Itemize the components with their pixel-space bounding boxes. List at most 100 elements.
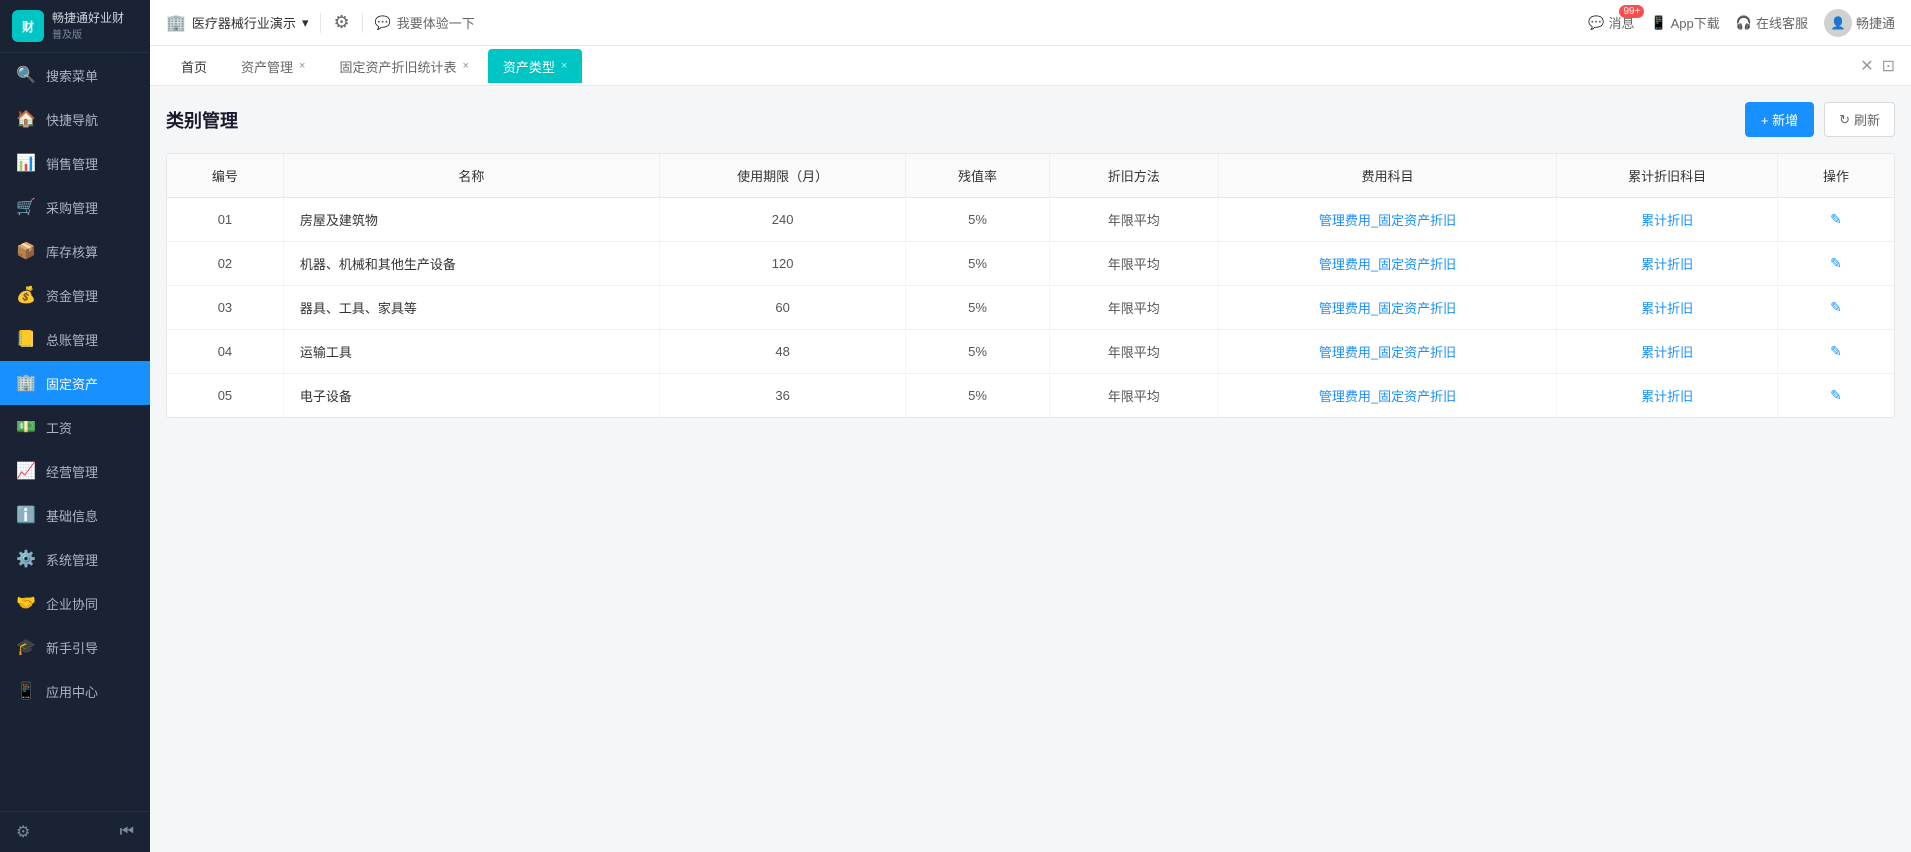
sidebar-item-label-ledger: 总账管理 bbox=[46, 330, 98, 349]
row-acc-account-4: 累计折旧 bbox=[1557, 374, 1778, 418]
sidebar-item-icon-purchase: 🛒 bbox=[16, 197, 36, 217]
message-button[interactable]: 💬 消息 99+ bbox=[1588, 13, 1634, 32]
row-expense-account-4: 管理费用_固定资产折旧 bbox=[1218, 374, 1557, 418]
topbar-divider bbox=[320, 13, 321, 33]
row-action-2[interactable]: ✎ bbox=[1778, 286, 1894, 330]
topbar-settings-icon[interactable]: ⚙ bbox=[333, 12, 349, 33]
sidebar-item-icon-search: 🔍 bbox=[16, 65, 36, 85]
refresh-icon: ↻ bbox=[1839, 112, 1850, 128]
tab-close-asset-mgmt[interactable]: × bbox=[299, 60, 305, 72]
row-dep-method-0: 年限平均 bbox=[1049, 198, 1218, 242]
sidebar-item-basic-info[interactable]: ℹ️基础信息 bbox=[0, 493, 150, 537]
sidebar-item-app-center[interactable]: 📱应用中心 bbox=[0, 669, 150, 713]
settings-icon[interactable]: ⚙ bbox=[16, 822, 30, 842]
sidebar-item-purchase[interactable]: 🛒 采购管理 bbox=[0, 185, 150, 229]
row-expense-account-link-3[interactable]: 管理费用_固定资产折旧 bbox=[1319, 345, 1456, 360]
sidebar-item-sales[interactable]: 📊销售管理 bbox=[0, 141, 150, 185]
sidebar-item-label-purchase: 采购管理 bbox=[46, 198, 98, 217]
row-expense-account-link-2[interactable]: 管理费用_固定资产折旧 bbox=[1319, 301, 1456, 316]
user-label: 畅捷通 bbox=[1856, 13, 1895, 32]
row-id-2: 03 bbox=[167, 286, 283, 330]
tab-asset-type[interactable]: 资产类型× bbox=[488, 49, 582, 83]
edit-icon-0[interactable]: ✎ bbox=[1830, 211, 1842, 227]
close-window-icon[interactable]: ✕ bbox=[1860, 56, 1873, 76]
app-download-label: App下载 bbox=[1671, 13, 1720, 32]
sidebar-bottom: ⚙ ⏮ bbox=[0, 811, 150, 852]
row-action-1[interactable]: ✎ bbox=[1778, 242, 1894, 286]
content-area: 类别管理 + 新增 ↻ 刷新 编号名称使用期限（月）残值率折旧方法费用科目累计折… bbox=[150, 86, 1911, 852]
message-icon: 💬 bbox=[1588, 15, 1604, 31]
sidebar-item-icon-salary: 💵 bbox=[16, 417, 36, 437]
row-action-4[interactable]: ✎ bbox=[1778, 374, 1894, 418]
row-expense-account-link-4[interactable]: 管理费用_固定资产折旧 bbox=[1319, 389, 1456, 404]
sidebar-item-label-quick-nav: 快捷导航 bbox=[46, 110, 98, 129]
edit-icon-2[interactable]: ✎ bbox=[1830, 299, 1842, 315]
row-acc-account-link-0[interactable]: 累计折旧 bbox=[1641, 213, 1693, 228]
sidebar-item-operations[interactable]: 📈经营管理 bbox=[0, 449, 150, 493]
sidebar-item-search[interactable]: 🔍搜索菜单 bbox=[0, 53, 150, 97]
table-header: 编号名称使用期限（月）残值率折旧方法费用科目累计折旧科目操作 bbox=[167, 154, 1894, 198]
data-table: 编号名称使用期限（月）残值率折旧方法费用科目累计折旧科目操作 01房屋及建筑物2… bbox=[167, 154, 1894, 417]
col-header-5: 费用科目 bbox=[1218, 154, 1557, 198]
row-acc-account-link-4[interactable]: 累计折旧 bbox=[1641, 389, 1693, 404]
col-header-2: 使用期限（月） bbox=[659, 154, 906, 198]
user-menu-button[interactable]: 👤 畅捷通 bbox=[1824, 9, 1895, 37]
sidebar-item-funds[interactable]: 💰资金管理 bbox=[0, 273, 150, 317]
sidebar-item-label-fixed-asset: 固定资产 bbox=[46, 374, 98, 393]
row-months-1: 120 bbox=[659, 242, 906, 286]
collapse-icon[interactable]: ⏮ bbox=[120, 823, 134, 841]
row-action-0[interactable]: ✎ bbox=[1778, 198, 1894, 242]
sidebar-item-quick-nav[interactable]: 🏠快捷导航 bbox=[0, 97, 150, 141]
sidebar-item-icon-cooperation: 🤝 bbox=[16, 593, 36, 613]
tab-close-asset-type[interactable]: × bbox=[561, 60, 567, 72]
tab-fixed-asset-report[interactable]: 固定资产折旧统计表× bbox=[324, 49, 483, 83]
logo-text: 畅捷通好业财 bbox=[52, 11, 124, 27]
row-id-0: 01 bbox=[167, 198, 283, 242]
app-download-button[interactable]: 📱 App下载 bbox=[1650, 13, 1719, 32]
customer-service-button[interactable]: 🎧 在线客服 bbox=[1736, 13, 1808, 32]
table-row: 04运输工具485%年限平均管理费用_固定资产折旧累计折旧✎ bbox=[167, 330, 1894, 374]
edit-icon-1[interactable]: ✎ bbox=[1830, 255, 1842, 271]
col-header-7: 操作 bbox=[1778, 154, 1894, 198]
page-actions: + 新增 ↻ 刷新 bbox=[1745, 102, 1895, 137]
experience-icon: 💬 bbox=[375, 15, 391, 31]
row-id-1: 02 bbox=[167, 242, 283, 286]
customer-service-label: 在线客服 bbox=[1756, 13, 1808, 32]
row-expense-account-link-1[interactable]: 管理费用_固定资产折旧 bbox=[1319, 257, 1456, 272]
sidebar-item-system[interactable]: ⚙️系统管理 bbox=[0, 537, 150, 581]
row-months-0: 240 bbox=[659, 198, 906, 242]
row-expense-account-link-0[interactable]: 管理费用_固定资产折旧 bbox=[1319, 213, 1456, 228]
sidebar-item-label-app-center: 应用中心 bbox=[46, 682, 98, 701]
sidebar-item-label-beginner: 新手引导 bbox=[46, 638, 98, 657]
tab-home[interactable]: 首页 bbox=[166, 49, 222, 83]
experience-button[interactable]: 💬 我要体验一下 bbox=[375, 13, 475, 32]
sidebar-item-cooperation[interactable]: 🤝企业协同 bbox=[0, 581, 150, 625]
tab-close-fixed-asset-report[interactable]: × bbox=[462, 60, 468, 72]
row-dep-method-2: 年限平均 bbox=[1049, 286, 1218, 330]
customer-service-icon: 🎧 bbox=[1736, 15, 1752, 31]
row-acc-account-link-1[interactable]: 累计折旧 bbox=[1641, 257, 1693, 272]
table-row: 05电子设备365%年限平均管理费用_固定资产折旧累计折旧✎ bbox=[167, 374, 1894, 418]
sidebar-item-salary[interactable]: 💵工资 bbox=[0, 405, 150, 449]
tab-asset-mgmt[interactable]: 资产管理× bbox=[226, 49, 320, 83]
edit-icon-3[interactable]: ✎ bbox=[1830, 343, 1842, 359]
topbar: 🏢 医疗器械行业演示 ▾ ⚙ 💬 我要体验一下 💬 消息 99+ 📱 App下载… bbox=[150, 0, 1911, 46]
sidebar-item-fixed-asset[interactable]: 🏢固定资产 bbox=[0, 361, 150, 405]
edit-icon-4[interactable]: ✎ bbox=[1830, 387, 1842, 403]
refresh-button[interactable]: ↻ 刷新 bbox=[1824, 102, 1895, 137]
row-acc-account-link-3[interactable]: 累计折旧 bbox=[1641, 345, 1693, 360]
sidebar-item-ledger[interactable]: 📒总账管理 bbox=[0, 317, 150, 361]
sidebar-item-inventory[interactable]: 📦库存核算 bbox=[0, 229, 150, 273]
maximize-window-icon[interactable]: ⊡ bbox=[1882, 56, 1895, 76]
new-button[interactable]: + 新增 bbox=[1745, 102, 1814, 137]
user-avatar: 👤 bbox=[1824, 9, 1852, 37]
company-selector[interactable]: 🏢 医疗器械行业演示 ▾ bbox=[166, 13, 308, 33]
sidebar-item-beginner[interactable]: 🎓新手引导 bbox=[0, 625, 150, 669]
col-header-4: 折旧方法 bbox=[1049, 154, 1218, 198]
row-action-3[interactable]: ✎ bbox=[1778, 330, 1894, 374]
topbar-divider2 bbox=[362, 13, 363, 33]
sidebar-scroll: 🔍搜索菜单🏠快捷导航📊销售管理 🛒 采购管理 📦库存核算💰资金管理📒总账管理🏢固定资产… bbox=[0, 53, 150, 811]
row-id-4: 05 bbox=[167, 374, 283, 418]
row-acc-account-3: 累计折旧 bbox=[1557, 330, 1778, 374]
row-acc-account-link-2[interactable]: 累计折旧 bbox=[1641, 301, 1693, 316]
